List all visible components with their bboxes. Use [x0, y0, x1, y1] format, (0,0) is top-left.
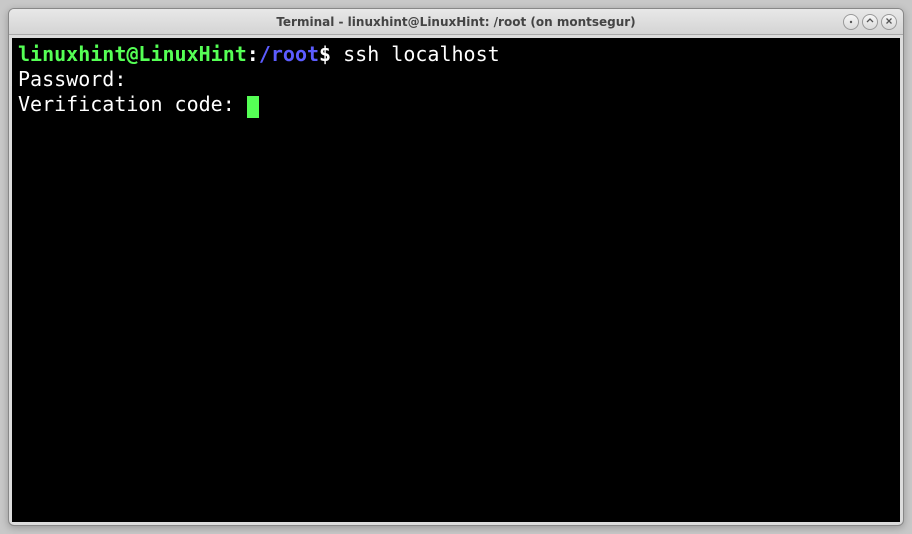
close-button[interactable] — [881, 14, 897, 30]
prompt-path: /root — [259, 42, 319, 66]
verification-label: Verification code: — [18, 92, 247, 116]
titlebar[interactable]: Terminal - linuxhint@LinuxHint: /root (o… — [9, 9, 903, 35]
maximize-icon — [866, 17, 874, 27]
window-title: Terminal - linuxhint@LinuxHint: /root (o… — [15, 15, 897, 29]
window-controls — [843, 14, 897, 30]
close-icon — [885, 17, 893, 27]
output-line-verification: Verification code: — [18, 92, 894, 117]
cursor-block — [247, 96, 259, 118]
maximize-button[interactable] — [862, 14, 878, 30]
minimize-icon — [847, 17, 855, 27]
prompt-symbol: $ — [319, 42, 331, 66]
prompt-line: linuxhint@LinuxHint:/root$ ssh localhost — [18, 42, 894, 67]
output-line-password: Password: — [18, 67, 894, 92]
prompt-user-host: linuxhint@LinuxHint — [18, 42, 247, 66]
terminal-window: Terminal - linuxhint@LinuxHint: /root (o… — [8, 8, 904, 526]
minimize-button[interactable] — [843, 14, 859, 30]
terminal-content[interactable]: linuxhint@LinuxHint:/root$ ssh localhost… — [12, 38, 900, 522]
command-text: ssh localhost — [331, 42, 500, 66]
prompt-colon: : — [247, 42, 259, 66]
command: ssh localhost — [343, 42, 500, 66]
